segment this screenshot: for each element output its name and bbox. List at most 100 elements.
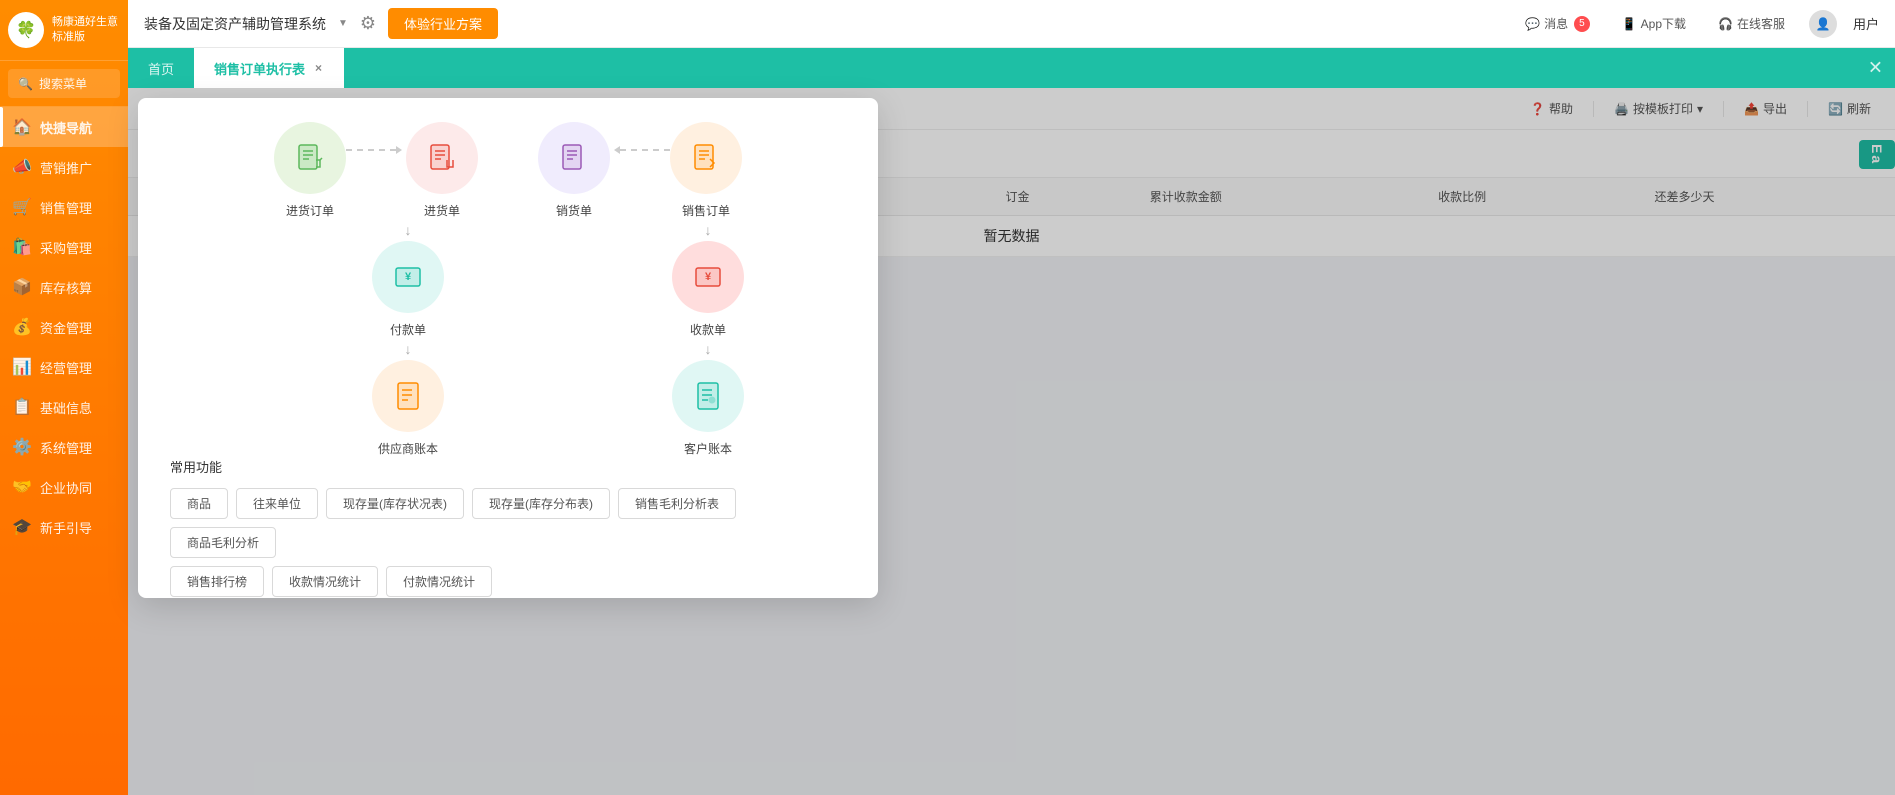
handshake-icon: 🤝 — [12, 477, 32, 497]
arrow-down-customer: ↓ — [705, 342, 712, 356]
user-area: 💬 消息 5 📱 App下载 🎧 在线客服 👤 用户 — [1517, 10, 1879, 38]
sidebar-item-basic-info[interactable]: 📋 基础信息 — [0, 387, 128, 427]
message-badge: 5 — [1574, 16, 1590, 32]
box-icon: 📦 — [12, 277, 32, 297]
tab-sales-order-exec[interactable]: 销售订单执行表 × — [194, 48, 344, 88]
search-icon: 🔍 — [18, 77, 33, 91]
chart-icon: 📊 — [12, 357, 32, 377]
megaphone-icon: 📣 — [12, 157, 32, 177]
sidebar-item-label: 快捷导航 — [40, 118, 92, 137]
func-btn-receipt-stat[interactable]: 收款情况统计 — [272, 566, 378, 597]
search-menu-button[interactable]: 🔍 搜索菜单 — [8, 69, 120, 98]
sidebar-item-label: 营销推广 — [40, 158, 92, 177]
sidebar-item-guide[interactable]: 🎓 新手引导 — [0, 507, 128, 547]
message-label: 消息 — [1544, 15, 1568, 32]
sidebar-item-label: 库存核算 — [40, 278, 92, 297]
func-btn-goods-profit[interactable]: 商品毛利分析 — [170, 527, 276, 558]
func-btn-partner[interactable]: 往来单位 — [236, 488, 318, 519]
sidebar: 🍀 畅康通好生意 标准版 🔍 搜索菜单 🏠 快捷导航 📣 营销推广 🛒 销售管理… — [0, 0, 128, 795]
func-btn-group-2: 销售排行榜 收款情况统计 付款情况统计 — [170, 566, 846, 597]
arrow-po-pb — [346, 146, 406, 154]
supplier-ledger-label: 供应商账本 — [378, 440, 438, 457]
func-btn-payment-stat[interactable]: 付款情况统计 — [386, 566, 492, 597]
func-btn-stock-status[interactable]: 现存量(库存状况表) — [326, 488, 464, 519]
header-dropdown-arrow[interactable]: ▼ — [338, 18, 348, 29]
func-btn-group: 商品 往来单位 现存量(库存状况表) 现存量(库存分布表) 销售毛利分析表 商品… — [170, 488, 846, 558]
func-btn-sales-profit[interactable]: 销售毛利分析表 — [618, 488, 736, 519]
graduation-icon: 🎓 — [12, 517, 32, 537]
search-menu-label: 搜索菜单 — [39, 75, 87, 92]
sales-order-circle[interactable] — [670, 122, 742, 194]
flow-col-payment: ↓ ¥ 付款单 ↓ — [358, 219, 458, 457]
sidebar-item-finance[interactable]: 💰 资金管理 — [0, 307, 128, 347]
tabs-bar: 首页 销售订单执行表 × ✕ — [128, 48, 1895, 88]
message-icon: 💬 — [1525, 17, 1540, 31]
download-icon: 📱 — [1622, 17, 1637, 31]
func-btn-sales-rank[interactable]: 销售排行榜 — [170, 566, 264, 597]
customer-ledger-circle[interactable] — [672, 360, 744, 432]
sidebar-item-operation[interactable]: 📊 经营管理 — [0, 347, 128, 387]
sidebar-item-quick-nav[interactable]: 🏠 快捷导航 — [0, 107, 128, 147]
arrow-down-receipt: ↓ — [705, 223, 712, 237]
logo-text: 畅康通好生意 标准版 — [52, 15, 118, 46]
bag-icon: 🛍️ — [12, 237, 32, 257]
service-icon: 🎧 — [1718, 17, 1733, 31]
svg-text:¥: ¥ — [705, 271, 712, 283]
customer-ledger-label: 客户账本 — [684, 440, 732, 457]
experience-btn[interactable]: 体验行业方案 — [388, 8, 498, 39]
receipt-circle[interactable]: ¥ — [672, 241, 744, 313]
tab-home[interactable]: 首页 — [128, 48, 194, 88]
sidebar-item-marketing[interactable]: 📣 营销推广 — [0, 147, 128, 187]
func-btn-stock-dist[interactable]: 现存量(库存分布表) — [472, 488, 610, 519]
receipt-bill-label: 收款单 — [690, 321, 726, 338]
payment-bill-label: 付款单 — [390, 321, 426, 338]
sidebar-item-sales[interactable]: 🛒 销售管理 — [0, 187, 128, 227]
home-icon: 🏠 — [12, 117, 32, 137]
sidebar-item-label: 基础信息 — [40, 398, 92, 417]
arrow-so-sb — [610, 146, 670, 154]
sidebar-item-system[interactable]: ⚙️ 系统管理 — [0, 427, 128, 467]
online-service-button[interactable]: 🎧 在线客服 — [1710, 11, 1793, 36]
money-icon: 💰 — [12, 317, 32, 337]
purchase-order-circle[interactable] — [274, 122, 346, 194]
svg-text:¥: ¥ — [405, 271, 412, 283]
sidebar-item-purchase[interactable]: 🛍️ 采购管理 — [0, 227, 128, 267]
settings-icon[interactable]: ⚙ — [360, 13, 376, 34]
sidebar-search[interactable]: 🔍 搜索菜单 — [0, 61, 128, 107]
popup-overlay: 进货订单 — [128, 88, 1895, 795]
sidebar-item-inventory[interactable]: 📦 库存核算 — [0, 267, 128, 307]
sidebar-item-label: 企业协同 — [40, 478, 92, 497]
message-button[interactable]: 💬 消息 5 — [1517, 11, 1598, 36]
app-download-button[interactable]: 📱 App下载 — [1614, 11, 1694, 36]
user-name: 用户 — [1853, 14, 1879, 33]
func-btn-goods[interactable]: 商品 — [170, 488, 228, 519]
flow-col-sales-bill: 销货单 — [538, 122, 610, 219]
cart-icon: 🛒 — [12, 197, 32, 217]
purchase-bill-circle[interactable] — [406, 122, 478, 194]
common-functions: 常用功能 商品 往来单位 现存量(库存状况表) 现存量(库存分布表) 销售毛利分… — [138, 457, 878, 598]
arrow-down-supplier: ↓ — [405, 342, 412, 356]
tab-close-icon[interactable]: × — [313, 59, 324, 77]
sidebar-item-label: 新手引导 — [40, 518, 92, 537]
sidebar-item-enterprise[interactable]: 🤝 企业协同 — [0, 467, 128, 507]
supplier-ledger-circle[interactable] — [372, 360, 444, 432]
sidebar-item-label: 采购管理 — [40, 238, 92, 257]
sidebar-item-label: 系统管理 — [40, 438, 92, 457]
arrow-down-payment: ↓ — [405, 223, 412, 237]
flow-diagram-top: 进货订单 — [138, 98, 878, 457]
sidebar-nav: 🏠 快捷导航 📣 营销推广 🛒 销售管理 🛍️ 采购管理 📦 库存核算 💰 资金… — [0, 107, 128, 795]
sidebar-logo: 🍀 畅康通好生意 标准版 — [0, 0, 128, 61]
sidebar-item-label: 销售管理 — [40, 198, 92, 217]
sales-bill-circle[interactable] — [538, 122, 610, 194]
popup-box: 进货订单 — [138, 98, 878, 598]
tabs-close-all[interactable]: ✕ — [1868, 58, 1883, 79]
flow-col-purchase-order: 进货订单 — [274, 122, 346, 219]
purchase-bill-label: 进货单 — [424, 202, 460, 219]
app-download-label: App下载 — [1641, 15, 1686, 32]
top-header: 装备及固定资产辅助管理系统 ▼ ⚙ 体验行业方案 💬 消息 5 📱 App下载 … — [128, 0, 1895, 48]
payment-circle[interactable]: ¥ — [372, 241, 444, 313]
flow-col-purchase-bill: 进货单 — [406, 122, 478, 219]
sales-bill-label: 销货单 — [556, 202, 592, 219]
logo-icon: 🍀 — [8, 12, 44, 48]
avatar: 👤 — [1809, 10, 1837, 38]
